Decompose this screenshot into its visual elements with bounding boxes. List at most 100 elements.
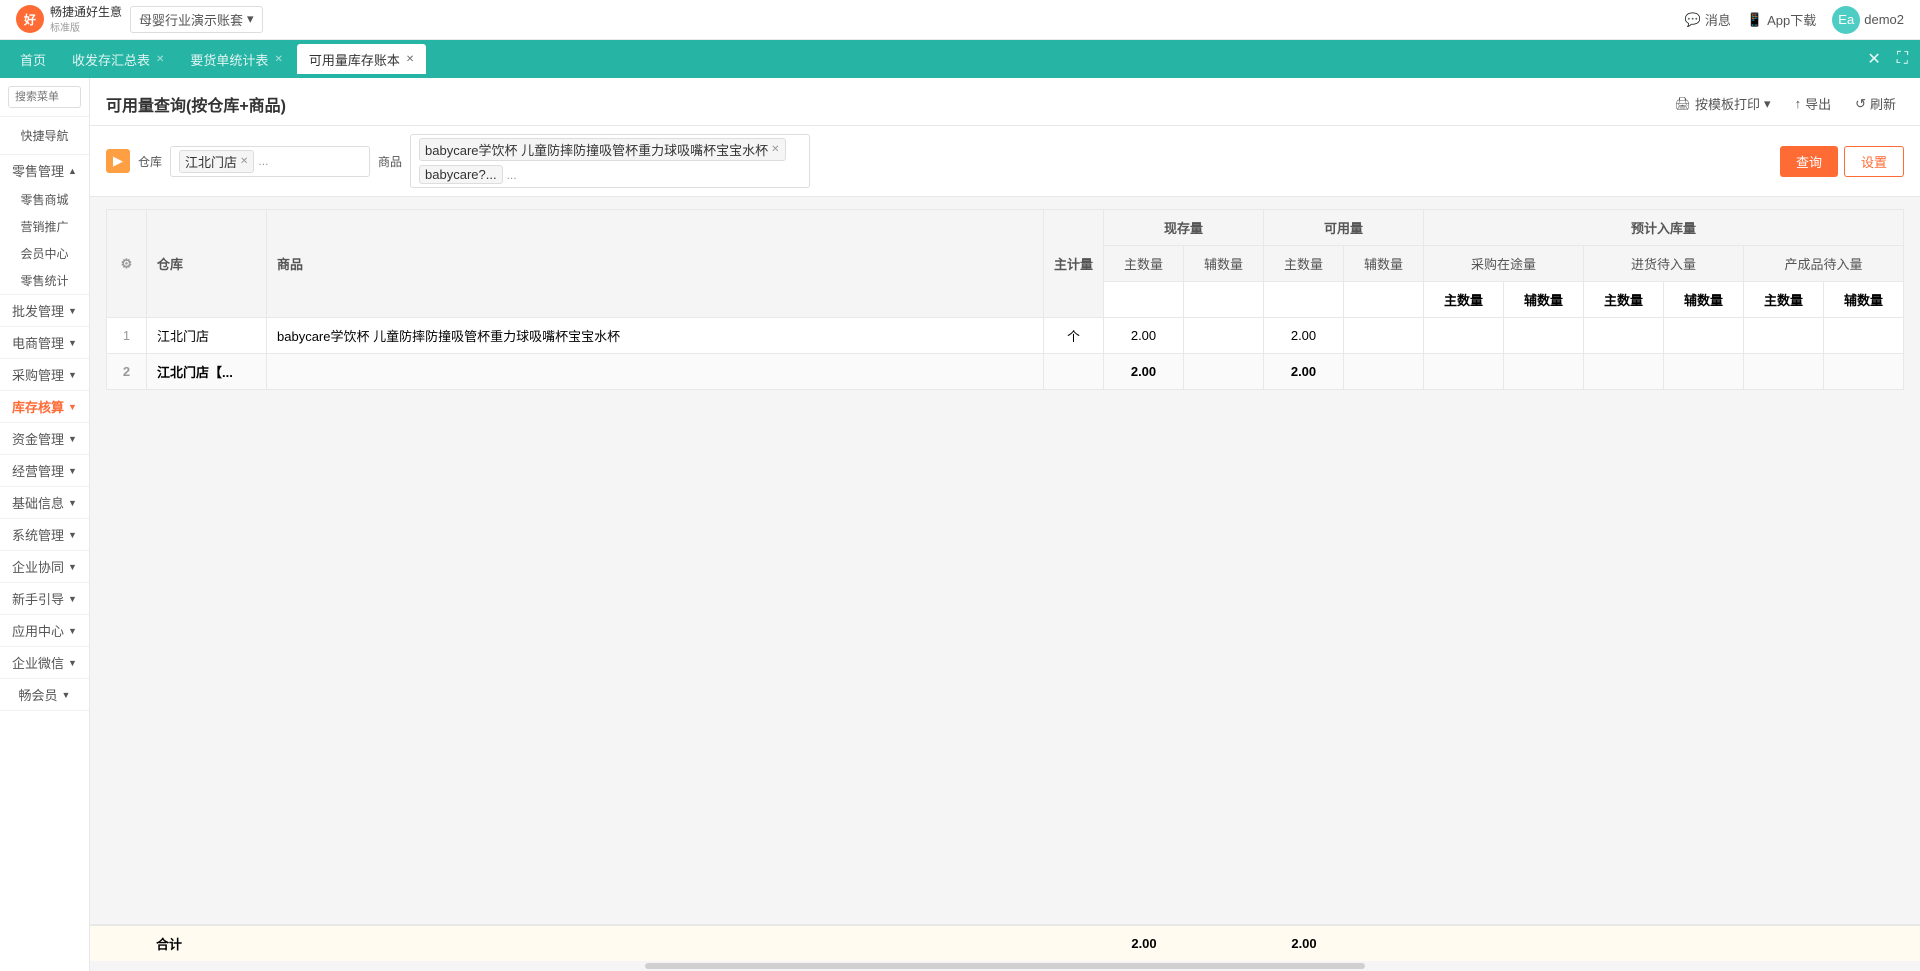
tab-home[interactable]: 首页: [8, 44, 58, 74]
print-btn[interactable]: 🖨 按模板打印 ▾: [1667, 90, 1779, 117]
th-finished-pending: 产成品待入量: [1744, 246, 1904, 282]
th-empty-3: [1264, 282, 1344, 318]
enterprise-label: 企业协同: [12, 557, 64, 576]
th-finished-main: 主数量: [1744, 282, 1824, 318]
wholesale-icon: ▼: [68, 306, 77, 316]
message-btn[interactable]: 💬 消息: [1685, 10, 1731, 29]
tab-receive-summary-close[interactable]: ✕: [156, 54, 164, 65]
sidebar-group-wechat[interactable]: 企业微信 ▼: [0, 647, 89, 678]
chevron-down-icon: ▾: [247, 11, 254, 27]
sidebar-group-member[interactable]: 畅会员 ▼: [0, 679, 89, 710]
product-tag-1-close[interactable]: ✕: [771, 144, 779, 155]
filter-toggle-btn[interactable]: ▶: [106, 149, 130, 173]
export-btn[interactable]: ↑ 导出: [1787, 90, 1840, 117]
sidebar-group-operation[interactable]: 经营管理 ▼: [0, 455, 89, 486]
wechat-label: 企业微信: [12, 653, 64, 672]
th-warehouse: 仓库: [147, 210, 267, 318]
operation-icon: ▼: [68, 466, 77, 476]
sidebar-section-apps: 应用中心 ▼: [0, 615, 89, 647]
th-available-main: 主数量: [1264, 246, 1344, 282]
sidebar-item-retail-mall[interactable]: 零售商城: [0, 186, 89, 213]
settings-icon[interactable]: ⚙: [121, 256, 133, 271]
th-settings[interactable]: ⚙: [107, 210, 147, 318]
user-menu[interactable]: Ea demo2: [1832, 6, 1904, 34]
scroll-bar-inner: [645, 963, 1364, 969]
base-icon: ▼: [68, 498, 77, 508]
tab-available-ledger[interactable]: 可用量库存账本 ✕: [297, 44, 426, 74]
row1-inbound-main: [1584, 318, 1664, 354]
sidebar-group-retail[interactable]: 零售管理 ▲: [0, 155, 89, 186]
sidebar-group-base[interactable]: 基础信息 ▼: [0, 487, 89, 518]
wholesale-label: 批发管理: [12, 301, 64, 320]
ecommerce-icon: ▼: [68, 338, 77, 348]
th-inbound-pending: 进货待入量: [1584, 246, 1744, 282]
data-table: ⚙ 仓库 商品 主计量 现存量 可用量 预计入库量 主数量 辅数量 主数量 辅数…: [106, 209, 1904, 390]
sidebar-item-members[interactable]: 会员中心: [0, 240, 89, 267]
row2-stock-main: 2.00: [1104, 354, 1184, 390]
tab-receive-summary[interactable]: 收发存汇总表 ✕: [60, 44, 176, 74]
app-download-btn[interactable]: 📱 App下载: [1747, 10, 1816, 29]
sidebar-group-purchase[interactable]: 采购管理 ▼: [0, 359, 89, 390]
industry-select[interactable]: 母婴行业演示账套 ▾: [130, 6, 263, 33]
product-filter[interactable]: babycare学饮杯 儿童防摔防撞吸管杯重力球吸嘴杯宝宝水杯 ✕ babyca…: [410, 134, 810, 188]
tab-order-stats[interactable]: 要货单统计表 ✕: [178, 44, 294, 74]
sidebar-group-apps[interactable]: 应用中心 ▼: [0, 615, 89, 646]
maximize-btn[interactable]: ⛶: [1893, 46, 1912, 72]
product-more[interactable]: ...: [507, 168, 517, 182]
sidebar-section-ecommerce: 电商管理 ▼: [0, 327, 89, 359]
settings-button[interactable]: 设置: [1844, 146, 1904, 177]
sidebar-group-system[interactable]: 系统管理 ▼: [0, 519, 89, 550]
sidebar-section-operation: 经营管理 ▼: [0, 455, 89, 487]
th-unit: 主计量: [1043, 210, 1103, 318]
warehouse-filter[interactable]: 江北门店 ✕ ...: [170, 146, 370, 177]
th-stock: 现存量: [1104, 210, 1264, 246]
sidebar-group-enterprise[interactable]: 企业协同 ▼: [0, 551, 89, 582]
table-area: ⚙ 仓库 商品 主计量 现存量 可用量 预计入库量 主数量 辅数量 主数量 辅数…: [90, 197, 1920, 924]
sidebar-group-guide[interactable]: 新手引导 ▼: [0, 583, 89, 614]
message-label: 消息: [1705, 10, 1731, 29]
refresh-label: 刷新: [1870, 94, 1896, 113]
refresh-btn[interactable]: ↺ 刷新: [1847, 90, 1904, 117]
main-layout: 快捷导航 零售管理 ▲ 零售商城 营销推广 会员中心 零售统计 批发管理 ▼ 电…: [0, 78, 1920, 971]
purchase-icon: ▼: [68, 370, 77, 380]
query-button[interactable]: 查询: [1780, 146, 1838, 177]
warehouse-more[interactable]: ...: [258, 154, 268, 168]
search-input[interactable]: [8, 86, 81, 108]
sidebar-item-marketing[interactable]: 营销推广: [0, 213, 89, 240]
system-label: 系统管理: [12, 525, 64, 544]
row2-index: 2: [107, 354, 147, 390]
sidebar-item-quick-nav[interactable]: 快捷导航: [0, 121, 89, 150]
th-forecast-inbound: 预计入库量: [1424, 210, 1904, 246]
row2-warehouse: 江北门店【...: [147, 354, 267, 390]
row1-finished-main: [1744, 318, 1824, 354]
sidebar-group-inventory[interactable]: 库存核算 ▼: [0, 391, 89, 422]
system-icon: ▼: [68, 530, 77, 540]
filter-bar: ▶ 仓库 江北门店 ✕ ... 商品 babycare学饮杯 儿童防摔防撞吸管杯…: [90, 126, 1920, 197]
wechat-icon: ▼: [68, 658, 77, 668]
filter-toggle-icon: ▶: [113, 153, 123, 169]
row1-warehouse: 江北门店: [147, 318, 267, 354]
table-header-row-1: ⚙ 仓库 商品 主计量 现存量 可用量 预计入库量: [107, 210, 1904, 246]
download-icon: 📱: [1747, 12, 1763, 28]
th-product: 商品: [267, 210, 1044, 318]
sidebar-group-ecommerce[interactable]: 电商管理 ▼: [0, 327, 89, 358]
row1-stock-main: 2.00: [1104, 318, 1184, 354]
th-empty-2: [1184, 282, 1264, 318]
warehouse-tag-close[interactable]: ✕: [240, 156, 248, 167]
top-bar: 好 畅捷通好生意 标准版 母婴行业演示账套 ▾ 💬 消息 📱 App下载 Ea …: [0, 0, 1920, 40]
sidebar-group-finance[interactable]: 资金管理 ▼: [0, 423, 89, 454]
sidebar-section-member: 畅会员 ▼: [0, 679, 89, 711]
close-all-btn[interactable]: ✕: [1863, 45, 1884, 73]
footer-available-total: 2.00: [1264, 936, 1344, 951]
sidebar-section-enterprise: 企业协同 ▼: [0, 551, 89, 583]
sidebar-group-wholesale[interactable]: 批发管理 ▼: [0, 295, 89, 326]
guide-label: 新手引导: [12, 589, 64, 608]
row2-purchase-main: [1424, 354, 1504, 390]
row2-available-main: 2.00: [1264, 354, 1344, 390]
print-label: 按模板打印: [1695, 94, 1760, 113]
tab-order-stats-close[interactable]: ✕: [274, 54, 282, 65]
tab-available-ledger-close[interactable]: ✕: [406, 54, 414, 65]
sidebar-item-retail-stats[interactable]: 零售统计: [0, 267, 89, 294]
sidebar-section-purchase: 采购管理 ▼: [0, 359, 89, 391]
tab-home-label: 首页: [20, 50, 46, 69]
